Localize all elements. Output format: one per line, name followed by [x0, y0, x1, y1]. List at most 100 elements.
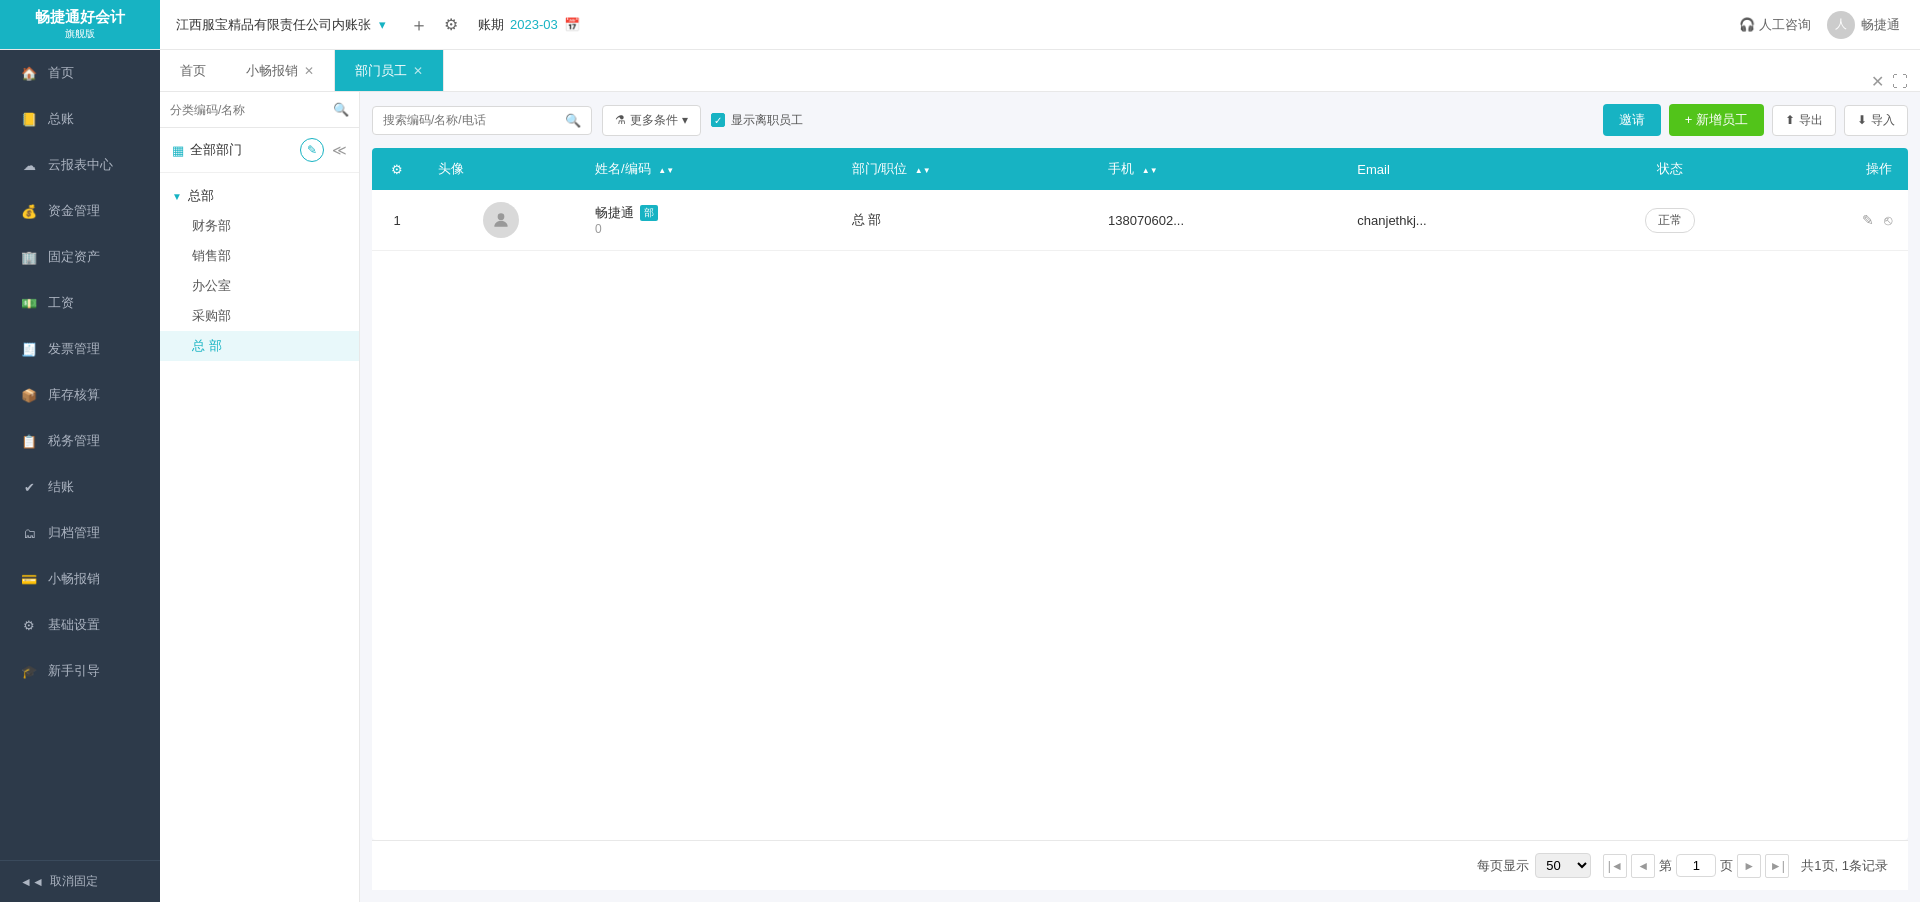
close-window-icon[interactable]: ✕	[1871, 72, 1884, 91]
col-settings[interactable]: ⚙	[372, 148, 422, 190]
dept-search-icon[interactable]: 🔍	[333, 102, 349, 117]
dept-child-sales[interactable]: 销售部	[160, 241, 359, 271]
show-resigned-checkbox[interactable]	[711, 113, 725, 127]
page-content: 🔍 ▦ 全部部门 ✎ ≪ ▼ 总部 财务部 销售部	[160, 92, 1920, 902]
col-dept-position[interactable]: 部门/职位 ▲▼	[836, 148, 1093, 190]
sidebar-label-salary: 工资	[48, 294, 74, 312]
employee-table: ⚙ 头像 姓名/编码 ▲▼ 部门/职位 ▲▼ 手机 ▲▼	[372, 148, 1908, 840]
employee-search-icon[interactable]: 🔍	[565, 113, 581, 128]
headset-icon: 🎧	[1739, 17, 1755, 32]
basic-settings-icon: ⚙	[20, 616, 38, 634]
name-code-block: 畅捷通 部 0	[595, 204, 820, 236]
sidebar-label-cloud-report: 云报表中心	[48, 156, 113, 174]
invite-button[interactable]: 邀请	[1603, 104, 1661, 136]
sidebar-item-home[interactable]: 🏠 首页	[0, 50, 160, 96]
main-layout: 🏠 首页 📒 总账 ☁ 云报表中心 💰 资金管理 🏢 固定资产 💵 工资 🧾 发…	[0, 50, 1920, 902]
checkout-icon: ✔	[20, 478, 38, 496]
sidebar-pin-toggle[interactable]: ◄◄ 取消固定	[0, 860, 160, 902]
sidebar-label-guide: 新手引导	[48, 662, 100, 680]
add-tab-icon[interactable]: ＋	[410, 13, 428, 37]
tab-dept-close[interactable]: ✕	[413, 64, 423, 78]
tab-home[interactable]: 首页	[160, 50, 226, 91]
sidebar-item-archive[interactable]: 🗂 归档管理	[0, 510, 160, 556]
page-number-input[interactable]	[1676, 854, 1716, 877]
calendar-icon[interactable]: 📅	[564, 17, 580, 32]
service-label: 人工咨询	[1759, 16, 1811, 34]
archive-icon: 🗂	[20, 524, 38, 542]
dept-group-general[interactable]: ▼ 总部	[160, 181, 359, 211]
sidebar-label-archive: 归档管理	[48, 524, 100, 542]
employee-code: 0	[595, 222, 820, 236]
sidebar-item-inventory[interactable]: 📦 库存核算	[0, 372, 160, 418]
sidebar-item-tax[interactable]: 📋 税务管理	[0, 418, 160, 464]
import-button[interactable]: ⬇ 导入	[1844, 105, 1908, 136]
col-name-code[interactable]: 姓名/编码 ▲▼	[579, 148, 836, 190]
dept-child-finance[interactable]: 财务部	[160, 211, 359, 241]
first-page-button[interactable]: |◄	[1603, 854, 1627, 878]
employee-search-bar: 🔍	[372, 106, 592, 135]
sidebar-label-ledger: 总账	[48, 110, 74, 128]
dept-collapse-icon[interactable]: ≪	[332, 142, 347, 158]
import-label: 导入	[1871, 112, 1895, 129]
show-resigned-toggle[interactable]: 显示离职员工	[711, 112, 803, 129]
user-area[interactable]: 人 畅捷通	[1827, 11, 1900, 39]
last-page-button[interactable]: ►|	[1765, 854, 1789, 878]
sidebar-item-invoice[interactable]: 🧾 发票管理	[0, 326, 160, 372]
sidebar-item-asset[interactable]: 🏢 固定资产	[0, 234, 160, 280]
logout-icon[interactable]: ⎋	[1884, 212, 1892, 228]
sidebar-item-ledger[interactable]: 📒 总账	[0, 96, 160, 142]
dept-group-label: 总部	[188, 187, 214, 205]
ledger-icon: 📒	[20, 110, 38, 128]
export-button[interactable]: ⬆ 导出	[1772, 105, 1836, 136]
avatar: 人	[1827, 11, 1855, 39]
col-phone[interactable]: 手机 ▲▼	[1092, 148, 1341, 190]
sidebar-item-salary[interactable]: 💵 工资	[0, 280, 160, 326]
account-period: 账期 2023-03 📅	[466, 16, 580, 34]
tab-expense-close[interactable]: ✕	[304, 64, 314, 78]
dept-search-input[interactable]	[170, 103, 327, 117]
sidebar-item-expense[interactable]: 💳 小畅报销	[0, 556, 160, 602]
sidebar-label-fund: 资金管理	[48, 202, 100, 220]
action-icons: ✎ ⎋	[1781, 212, 1892, 228]
sidebar-item-fund[interactable]: 💰 资金管理	[0, 188, 160, 234]
employee-search-input[interactable]	[383, 113, 559, 127]
service-button[interactable]: 🎧 人工咨询	[1739, 16, 1811, 34]
cell-name-code: 畅捷通 部 0	[579, 190, 836, 251]
tab-expense[interactable]: 小畅报销 ✕	[226, 50, 335, 91]
top-bar: 畅捷通好会计 旗舰版 江西服宝精品有限责任公司内账张 ▾ ＋ ⚙ 账期 2023…	[0, 0, 1920, 50]
add-employee-button[interactable]: + 新增员工	[1669, 104, 1764, 136]
filter-dropdown-icon: ▾	[682, 113, 688, 127]
next-page-button[interactable]: ►	[1737, 854, 1761, 878]
dept-child-purchase[interactable]: 采购部	[160, 301, 359, 331]
company-dropdown-icon[interactable]: ▾	[379, 17, 386, 32]
status-badge: 正常	[1645, 208, 1695, 233]
dept-search-bar: 🔍	[160, 92, 359, 128]
employee-name: 畅捷通	[595, 204, 634, 222]
settings-icon[interactable]: ⚙	[444, 15, 458, 34]
sidebar-item-cloud-report[interactable]: ☁ 云报表中心	[0, 142, 160, 188]
import-icon: ⬇	[1857, 113, 1867, 127]
employee-toolbar: 🔍 ⚗ 更多条件 ▾ 显示离职员工 邀请 + 新增员工	[372, 104, 1908, 136]
svg-point-0	[497, 213, 504, 220]
sidebar-item-guide[interactable]: 🎓 新手引导	[0, 648, 160, 694]
toolbar-right: 邀请 + 新增员工 ⬆ 导出 ⬇ 导入	[1603, 104, 1908, 136]
dept-edit-button[interactable]: ✎	[300, 138, 324, 162]
sidebar-item-checkout[interactable]: ✔ 结账	[0, 464, 160, 510]
content-area: 首页 小畅报销 ✕ 部门员工 ✕ ✕ ⛶ 🔍	[160, 50, 1920, 902]
window-controls: ✕ ⛶	[1859, 72, 1920, 91]
edit-icon[interactable]: ✎	[1862, 212, 1874, 228]
sidebar-item-settings[interactable]: ⚙ 基础设置	[0, 602, 160, 648]
top-right: 🎧 人工咨询 人 畅捷通	[1739, 11, 1920, 39]
dept-child-general[interactable]: 总 部	[160, 331, 359, 361]
col-avatar: 头像	[422, 148, 579, 190]
prev-page-button[interactable]: ◄	[1631, 854, 1655, 878]
more-filters-button[interactable]: ⚗ 更多条件 ▾	[602, 105, 701, 136]
page-nav: |◄ ◄ 第 页 ► ►|	[1603, 854, 1789, 878]
tab-dept-employee[interactable]: 部门员工 ✕	[335, 50, 444, 91]
dept-child-office[interactable]: 办公室	[160, 271, 359, 301]
dept-badge: 部	[640, 205, 658, 221]
per-page-dropdown[interactable]: 50 100 200	[1535, 853, 1591, 878]
sidebar: 🏠 首页 📒 总账 ☁ 云报表中心 💰 资金管理 🏢 固定资产 💵 工资 🧾 发…	[0, 50, 160, 902]
expand-window-icon[interactable]: ⛶	[1892, 73, 1908, 91]
more-filters-label: 更多条件	[630, 112, 678, 129]
